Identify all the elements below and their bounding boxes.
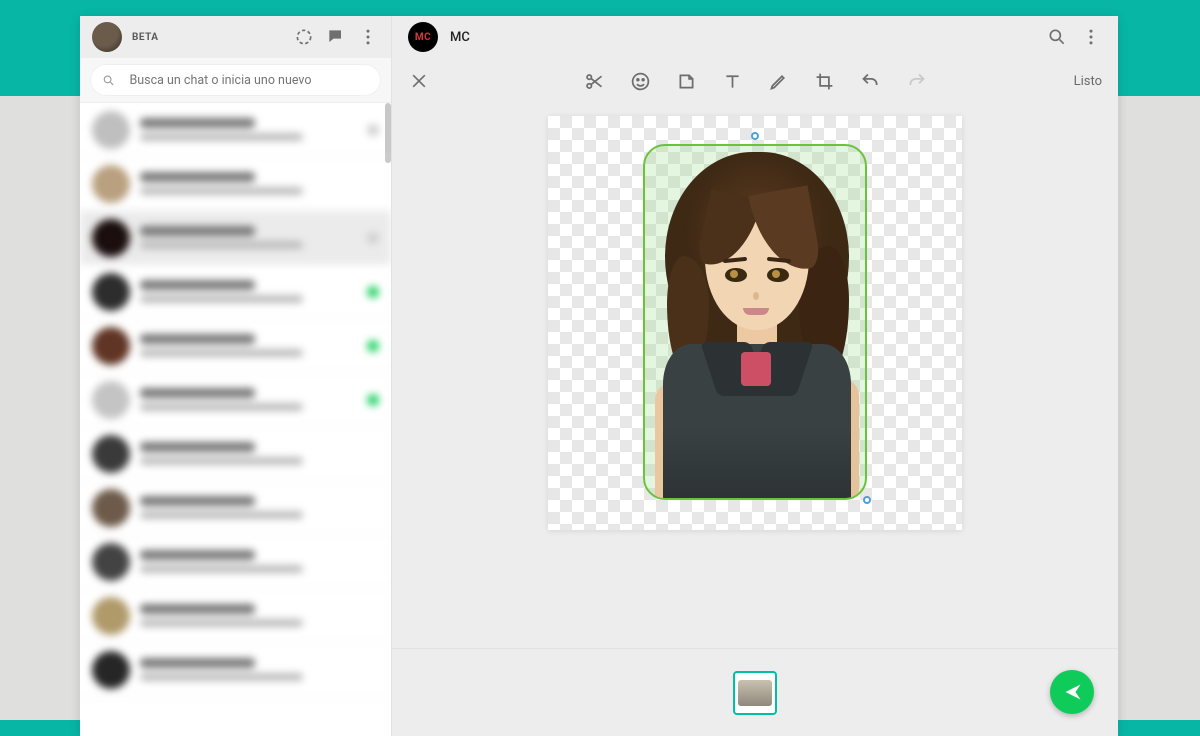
chat-avatar[interactable]: MC (408, 22, 438, 52)
user-avatar[interactable] (92, 22, 122, 52)
main-panel: MC MC (392, 16, 1118, 736)
chat-list-item[interactable] (80, 157, 391, 211)
image-content (645, 146, 865, 498)
emoji-icon[interactable] (629, 70, 651, 92)
selection-handle-top[interactable] (751, 132, 759, 140)
crop-rotate-icon[interactable] (813, 70, 835, 92)
send-icon (1063, 682, 1083, 702)
editor-footer (392, 648, 1118, 736)
canvas-area (392, 104, 1118, 648)
text-icon[interactable] (721, 70, 743, 92)
sidebar-header: BETA (80, 16, 391, 58)
undo-icon[interactable] (859, 70, 881, 92)
menu-icon[interactable] (357, 26, 379, 48)
chat-list-item[interactable] (80, 103, 391, 157)
chat-list[interactable] (80, 103, 391, 736)
search-bar (80, 58, 391, 103)
done-button[interactable]: Listo (1074, 74, 1102, 89)
selection-rect[interactable] (643, 144, 867, 500)
chat-header: MC MC (392, 16, 1118, 58)
chat-list-item[interactable] (80, 211, 391, 265)
new-chat-icon[interactable] (325, 26, 347, 48)
selection-handle-bottom-right[interactable] (863, 496, 871, 504)
attachment-thumbnail[interactable] (733, 671, 777, 715)
send-button[interactable] (1050, 670, 1094, 714)
search-icon[interactable] (1046, 26, 1068, 48)
search-input[interactable] (129, 73, 369, 88)
chat-list-item[interactable] (80, 589, 391, 643)
status-ring-icon[interactable] (293, 26, 315, 48)
chat-list-item[interactable] (80, 535, 391, 589)
pencil-icon[interactable] (767, 70, 789, 92)
chat-list-item[interactable] (80, 373, 391, 427)
chat-list-item[interactable] (80, 319, 391, 373)
chat-list-item[interactable] (80, 643, 391, 697)
scissors-icon[interactable] (583, 70, 605, 92)
close-icon[interactable] (408, 70, 430, 92)
beta-label: BETA (132, 32, 159, 43)
chat-list-item[interactable] (80, 427, 391, 481)
chat-list-item[interactable] (80, 481, 391, 535)
search-icon (102, 73, 115, 88)
chat-list-item[interactable] (80, 265, 391, 319)
editor-toolbar: Listo (392, 58, 1118, 104)
sticker-icon[interactable] (675, 70, 697, 92)
image-canvas[interactable] (548, 116, 962, 530)
sidebar: BETA (80, 16, 392, 736)
menu-icon[interactable] (1080, 26, 1102, 48)
redo-icon (905, 70, 927, 92)
chat-title: MC (450, 30, 470, 45)
